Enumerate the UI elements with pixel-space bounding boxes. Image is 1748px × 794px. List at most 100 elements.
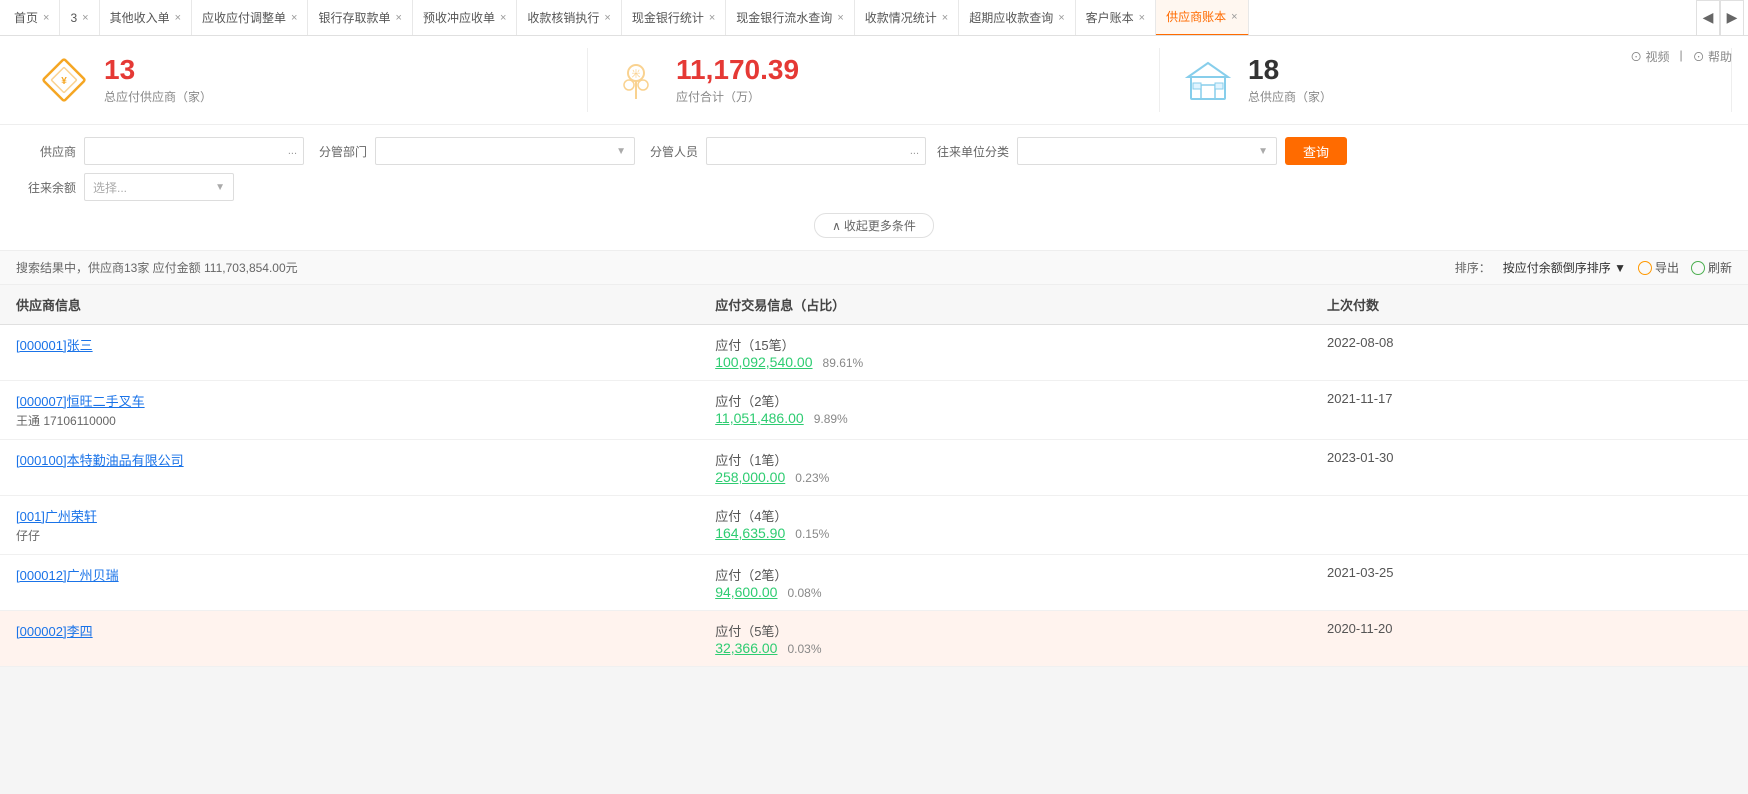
collapse-filter-button[interactable]: ∧ 收起更多条件 — [814, 213, 934, 238]
supplier-filter-input-wrap[interactable]: ... — [84, 137, 304, 165]
summary-item-payable-suppliers: ¥ 13 总应付供应商（家） — [16, 48, 588, 112]
total-suppliers-number: 18 — [1248, 55, 1332, 86]
close-icon[interactable]: × — [942, 12, 948, 24]
last-payment-date: 2021-11-17 — [1327, 391, 1393, 406]
supplier-link[interactable]: [000012]广州贝瑞 — [16, 568, 119, 583]
wheat-icon: 米 — [608, 52, 664, 108]
tx-label: 应付（2笔） — [715, 565, 1295, 584]
last-date-cell — [1311, 496, 1748, 555]
supplier-input[interactable] — [91, 144, 288, 158]
supplier-link[interactable]: [000001]张三 — [16, 338, 93, 353]
nav-tab-home[interactable]: 首页 × — [4, 0, 60, 36]
svg-text:米: 米 — [631, 68, 640, 79]
filter-row-2: 往来余额 选择... ▼ — [16, 173, 1732, 201]
summary-text-payable-suppliers: 13 总应付供应商（家） — [104, 55, 212, 105]
summary-bar: ¥ 13 总应付供应商（家） 米 11,170.39 应付合计（万） — [0, 36, 1748, 125]
summary-help: ⊙ 视频 | ⊙ 帮助 — [1630, 48, 1732, 65]
payable-suppliers-number: 13 — [104, 55, 212, 86]
tx-percentage: 0.08% — [787, 586, 821, 600]
summary-text-payable-total: 11,170.39 应付合计（万） — [676, 55, 799, 105]
video-icon: ⊙ — [1630, 50, 1642, 64]
supplier-link[interactable]: [001]广州荣轩 — [16, 509, 97, 524]
tx-amount[interactable]: 258,000.00 — [715, 469, 785, 485]
close-icon[interactable]: × — [291, 12, 297, 24]
close-icon[interactable]: × — [1139, 12, 1145, 24]
last-payment-date: 2022-08-08 — [1327, 335, 1394, 350]
nav-tab-adjustment[interactable]: 应收应付调整单 × — [192, 0, 308, 36]
category-filter-select[interactable]: ▼ — [1017, 137, 1277, 165]
close-icon[interactable]: × — [604, 12, 610, 24]
transaction-cell: 应付（4笔）164,635.900.15% — [699, 496, 1311, 555]
close-icon[interactable]: × — [500, 12, 506, 24]
help-link[interactable]: ⊙ 帮助 — [1693, 48, 1732, 65]
person-input[interactable] — [713, 144, 910, 158]
filter-row-1: 供应商 ... 分管部门 ▼ 分管人员 ... 往来单位分类 ▼ 查询 — [16, 137, 1732, 165]
dept-caret-icon: ▼ — [616, 146, 626, 157]
close-icon[interactable]: × — [43, 12, 49, 24]
table-row: [000007]恒旺二手叉车王通 17106110000应付（2笔）11,051… — [0, 381, 1748, 440]
sort-selector[interactable]: 按应付余额倒序排序 ▼ — [1503, 259, 1626, 276]
table-header-row: 供应商信息 应付交易信息（占比） 上次付数 — [0, 285, 1748, 325]
table-row: [001]广州荣轩仔仔应付（4笔）164,635.900.15% — [0, 496, 1748, 555]
close-icon[interactable]: × — [82, 12, 88, 24]
nav-arrows: ◀ ▶ — [1696, 0, 1744, 36]
close-icon[interactable]: × — [175, 12, 181, 24]
last-date-cell: 2020-11-20 — [1311, 611, 1748, 667]
last-payment-date: 2023-01-30 — [1327, 450, 1394, 465]
nav-tab-customer-ledger[interactable]: 客户账本 × — [1076, 0, 1156, 36]
supplier-link[interactable]: [000002]李四 — [16, 624, 93, 639]
balance-filter-select[interactable]: 选择... ▼ — [84, 173, 234, 201]
tx-amount[interactable]: 100,092,540.00 — [715, 354, 812, 370]
supplier-dots-icon[interactable]: ... — [288, 145, 297, 157]
transaction-cell: 应付（1笔）258,000.000.23% — [699, 440, 1311, 496]
tx-amount[interactable]: 94,600.00 — [715, 584, 777, 600]
tx-percentage: 0.15% — [795, 527, 829, 541]
col-header-supplier: 供应商信息 — [0, 285, 699, 325]
supplier-cell: [000100]本特勤油品有限公司 — [0, 440, 699, 496]
nav-left-arrow[interactable]: ◀ — [1696, 0, 1720, 36]
nav-tab-collection-stat[interactable]: 收款情况统计 × — [855, 0, 959, 36]
nav-tab-overdue[interactable]: 超期应收款查询 × — [959, 0, 1075, 36]
person-dots-icon[interactable]: ... — [910, 145, 919, 157]
results-info: 搜索结果中，供应商13家 应付金额 111,703,854.00元 — [16, 259, 298, 276]
results-actions: 排序： 按应付余额倒序排序 ▼ 导出 刷新 — [1455, 259, 1732, 276]
video-link[interactable]: ⊙ 视频 — [1630, 48, 1669, 65]
supplier-cell: [000002]李四 — [0, 611, 699, 667]
nav-tab-bank[interactable]: 银行存取款单 × — [308, 0, 412, 36]
supplier-link[interactable]: [000100]本特勤油品有限公司 — [16, 453, 184, 468]
nav-tab-supplier-ledger[interactable]: 供应商账本 × — [1156, 0, 1248, 36]
nav-tab-cash-flow[interactable]: 现金银行流水查询 × — [726, 0, 854, 36]
tx-amount[interactable]: 164,635.90 — [715, 525, 785, 541]
supplier-cell: [000007]恒旺二手叉车王通 17106110000 — [0, 381, 699, 440]
table-row: [000100]本特勤油品有限公司 应付（1笔）258,000.000.23% 20… — [0, 440, 1748, 496]
filter-area: 供应商 ... 分管部门 ▼ 分管人员 ... 往来单位分类 ▼ 查询 往来余额… — [0, 125, 1748, 251]
refresh-button[interactable]: 刷新 — [1691, 259, 1732, 276]
nav-tab-cash-bank-stat[interactable]: 现金银行统计 × — [622, 0, 726, 36]
close-icon[interactable]: × — [1058, 12, 1064, 24]
person-filter-input-wrap[interactable]: ... — [706, 137, 926, 165]
tx-amount[interactable]: 11,051,486.00 — [715, 410, 804, 426]
supplier-cell: [000012]广州贝瑞 — [0, 555, 699, 611]
nav-tab-prepay[interactable]: 预收冲应收单 × — [413, 0, 517, 36]
table-row: [000012]广州贝瑞 应付（2笔）94,600.00 0.08% 2021-03-… — [0, 555, 1748, 611]
payable-total-label: 应付合计（万） — [676, 88, 799, 105]
nav-tab-3[interactable]: 3 × — [60, 0, 99, 36]
nav-tab-collection[interactable]: 收款核销执行 × — [517, 0, 621, 36]
balance-filter-label: 往来余额 — [16, 179, 76, 196]
close-icon[interactable]: × — [1231, 11, 1237, 23]
tx-amount[interactable]: 32,366.00 — [715, 640, 777, 656]
supplier-table: 供应商信息 应付交易信息（占比） 上次付数 [000001]张三应付（15笔）1… — [0, 285, 1748, 667]
supplier-link[interactable]: [000007]恒旺二手叉车 — [16, 394, 145, 409]
nav-tab-other-income[interactable]: 其他收入单 × — [100, 0, 192, 36]
close-icon[interactable]: × — [709, 12, 715, 24]
close-icon[interactable]: × — [837, 12, 843, 24]
query-button[interactable]: 查询 — [1285, 137, 1347, 165]
last-payment-date: 2021-03-25 — [1327, 565, 1394, 580]
export-button[interactable]: 导出 — [1638, 259, 1679, 276]
dept-filter-select[interactable]: ▼ — [375, 137, 635, 165]
supplier-cell: [000001]张三 — [0, 325, 699, 381]
nav-right-arrow[interactable]: ▶ — [1720, 0, 1744, 36]
col-header-last-date: 上次付数 — [1311, 285, 1748, 325]
category-caret-icon: ▼ — [1258, 146, 1268, 157]
close-icon[interactable]: × — [396, 12, 402, 24]
